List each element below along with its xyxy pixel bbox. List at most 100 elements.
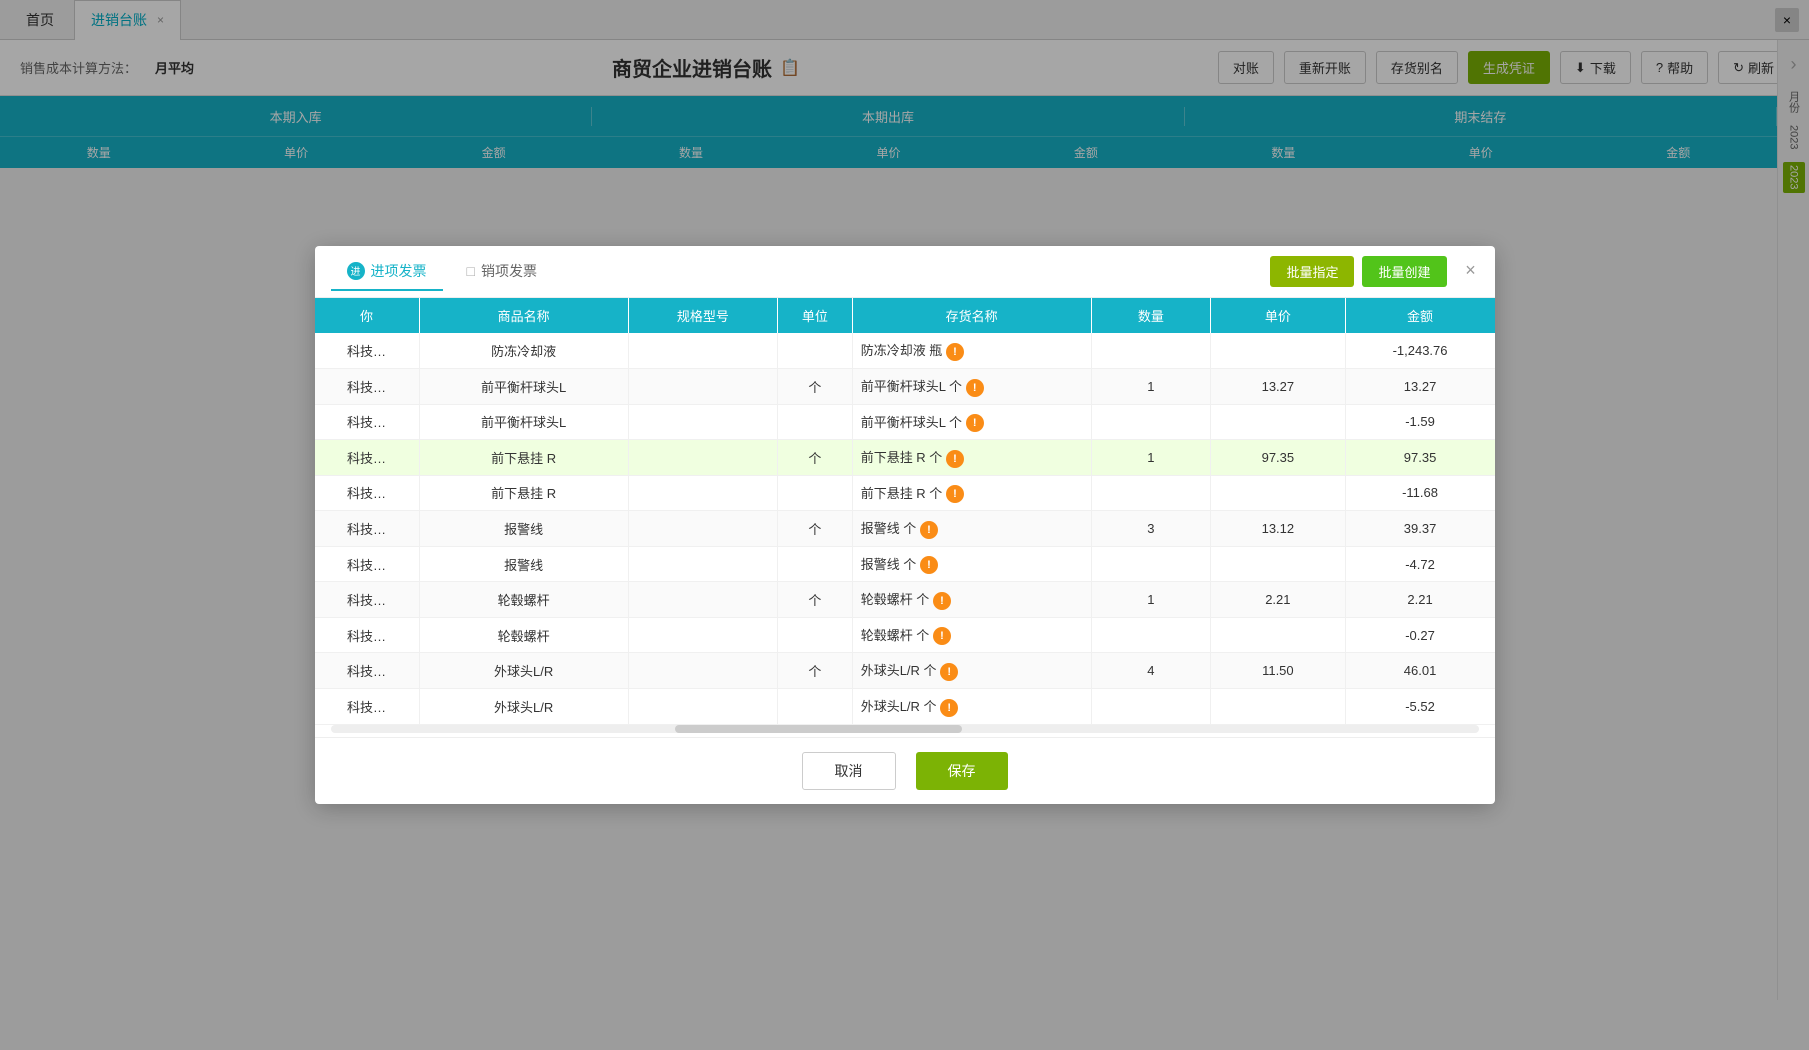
cell-spec bbox=[628, 689, 777, 725]
scrollbar-thumb bbox=[675, 725, 962, 733]
cell-qty: 1 bbox=[1091, 582, 1210, 618]
table-row[interactable]: 科技…报警线个报警线 个 !313.1239.37 bbox=[315, 511, 1495, 547]
cell-price bbox=[1211, 689, 1345, 725]
cell-product: 前下悬挂 R bbox=[419, 475, 628, 511]
dialog-table-container: 你 商品名称 规格型号 单位 存货名称 数量 单价 金额 科技…防冻冷却液防冻冷… bbox=[315, 298, 1495, 724]
outgoing-tab-icon: □ bbox=[467, 263, 475, 279]
cell-spec bbox=[628, 475, 777, 511]
cell-product: 前平衡杆球头L bbox=[419, 404, 628, 440]
batch-create-button[interactable]: 批量创建 bbox=[1362, 256, 1446, 287]
cancel-button[interactable]: 取消 bbox=[802, 752, 896, 790]
cell-price: 97.35 bbox=[1211, 440, 1345, 476]
warning-icon: ! bbox=[940, 663, 958, 681]
cell-product: 外球头L/R bbox=[419, 653, 628, 689]
cell-inventory: 前平衡杆球头L 个 ! bbox=[852, 368, 1091, 404]
cell-amount: -11.68 bbox=[1345, 475, 1494, 511]
table-row[interactable]: 科技…前下悬挂 R个前下悬挂 R 个 !197.3597.35 bbox=[315, 440, 1495, 476]
cell-qty bbox=[1091, 333, 1210, 368]
dialog-close-button[interactable]: × bbox=[1459, 258, 1483, 282]
cell-qty bbox=[1091, 546, 1210, 582]
cell-amount: 2.21 bbox=[1345, 582, 1494, 618]
col-header-qty: 数量 bbox=[1091, 298, 1210, 333]
cell-product: 轮毂螺杆 bbox=[419, 582, 628, 618]
cell-id: 科技… bbox=[315, 368, 420, 404]
horizontal-scrollbar[interactable] bbox=[331, 725, 1479, 733]
warning-icon: ! bbox=[966, 379, 984, 397]
save-button[interactable]: 保存 bbox=[916, 752, 1008, 790]
table-row[interactable]: 科技…轮毂螺杆轮毂螺杆 个 !-0.27 bbox=[315, 617, 1495, 653]
cell-amount: -1.59 bbox=[1345, 404, 1494, 440]
cell-price bbox=[1211, 333, 1345, 368]
table-row[interactable]: 科技…外球头L/R个外球头L/R 个 !411.5046.01 bbox=[315, 653, 1495, 689]
cell-id: 科技… bbox=[315, 333, 420, 368]
cell-price bbox=[1211, 475, 1345, 511]
table-row[interactable]: 科技…前平衡杆球头L个前平衡杆球头L 个 !113.2713.27 bbox=[315, 368, 1495, 404]
cell-spec bbox=[628, 653, 777, 689]
cell-price: 13.27 bbox=[1211, 368, 1345, 404]
col-header-spec: 规格型号 bbox=[628, 298, 777, 333]
cell-amount: -0.27 bbox=[1345, 617, 1494, 653]
cell-id: 科技… bbox=[315, 653, 420, 689]
cell-qty bbox=[1091, 689, 1210, 725]
batch-assign-button[interactable]: 批量指定 bbox=[1270, 256, 1354, 287]
cell-inventory: 报警线 个 ! bbox=[852, 546, 1091, 582]
table-row[interactable]: 科技…前下悬挂 R前下悬挂 R 个 !-11.68 bbox=[315, 475, 1495, 511]
cell-qty: 1 bbox=[1091, 368, 1210, 404]
dialog-footer: 取消 保存 bbox=[315, 737, 1495, 804]
warning-icon: ! bbox=[946, 485, 964, 503]
table-row[interactable]: 科技…前平衡杆球头L前平衡杆球头L 个 !-1.59 bbox=[315, 404, 1495, 440]
col-header-amount: 金额 bbox=[1345, 298, 1494, 333]
col-header-unit: 单位 bbox=[778, 298, 853, 333]
cell-product: 防冻冷却液 bbox=[419, 333, 628, 368]
cell-qty bbox=[1091, 617, 1210, 653]
warning-icon: ! bbox=[920, 521, 938, 539]
cell-amount: 13.27 bbox=[1345, 368, 1494, 404]
cell-price bbox=[1211, 404, 1345, 440]
warning-icon: ! bbox=[933, 627, 951, 645]
cell-qty bbox=[1091, 404, 1210, 440]
warning-icon: ! bbox=[940, 699, 958, 717]
cell-id: 科技… bbox=[315, 511, 420, 547]
cell-id: 科技… bbox=[315, 617, 420, 653]
modal-overlay: 进 进项发票 □ 销项发票 批量指定 批量创建 × 你 bbox=[0, 0, 1809, 1050]
cell-unit bbox=[778, 617, 853, 653]
cell-product: 前下悬挂 R bbox=[419, 440, 628, 476]
cell-id: 科技… bbox=[315, 546, 420, 582]
tab-outgoing-invoice[interactable]: □ 销项发票 bbox=[451, 253, 553, 291]
cell-amount: -5.52 bbox=[1345, 689, 1494, 725]
cell-spec bbox=[628, 440, 777, 476]
dialog: 进 进项发票 □ 销项发票 批量指定 批量创建 × 你 bbox=[315, 246, 1495, 803]
cell-spec bbox=[628, 404, 777, 440]
cell-unit bbox=[778, 546, 853, 582]
cell-inventory: 外球头L/R 个 ! bbox=[852, 689, 1091, 725]
cell-product: 报警线 bbox=[419, 511, 628, 547]
col-header-price: 单价 bbox=[1211, 298, 1345, 333]
cell-unit: 个 bbox=[778, 511, 853, 547]
cell-product: 前平衡杆球头L bbox=[419, 368, 628, 404]
cell-spec bbox=[628, 333, 777, 368]
cell-price: 11.50 bbox=[1211, 653, 1345, 689]
cell-spec bbox=[628, 511, 777, 547]
cell-spec bbox=[628, 368, 777, 404]
cell-price: 13.12 bbox=[1211, 511, 1345, 547]
cell-inventory: 轮毂螺杆 个 ! bbox=[852, 617, 1091, 653]
table-row[interactable]: 科技…防冻冷却液防冻冷却液 瓶 !-1,243.76 bbox=[315, 333, 1495, 368]
tab-incoming-invoice[interactable]: 进 进项发票 bbox=[331, 253, 443, 291]
dialog-header: 进 进项发票 □ 销项发票 批量指定 批量创建 × bbox=[315, 246, 1495, 298]
incoming-tab-icon: 进 bbox=[347, 262, 365, 280]
table-row[interactable]: 科技…轮毂螺杆个轮毂螺杆 个 !12.212.21 bbox=[315, 582, 1495, 618]
outgoing-tab-label: 销项发票 bbox=[481, 261, 537, 281]
cell-inventory: 前平衡杆球头L 个 ! bbox=[852, 404, 1091, 440]
cell-inventory: 外球头L/R 个 ! bbox=[852, 653, 1091, 689]
cell-qty: 4 bbox=[1091, 653, 1210, 689]
cell-price bbox=[1211, 617, 1345, 653]
cell-id: 科技… bbox=[315, 582, 420, 618]
table-row[interactable]: 科技…外球头L/R外球头L/R 个 !-5.52 bbox=[315, 689, 1495, 725]
table-row[interactable]: 科技…报警线报警线 个 !-4.72 bbox=[315, 546, 1495, 582]
cell-inventory: 报警线 个 ! bbox=[852, 511, 1091, 547]
warning-icon: ! bbox=[946, 450, 964, 468]
warning-icon: ! bbox=[946, 343, 964, 361]
warning-icon: ! bbox=[966, 414, 984, 432]
cell-amount: 39.37 bbox=[1345, 511, 1494, 547]
cell-amount: 97.35 bbox=[1345, 440, 1494, 476]
